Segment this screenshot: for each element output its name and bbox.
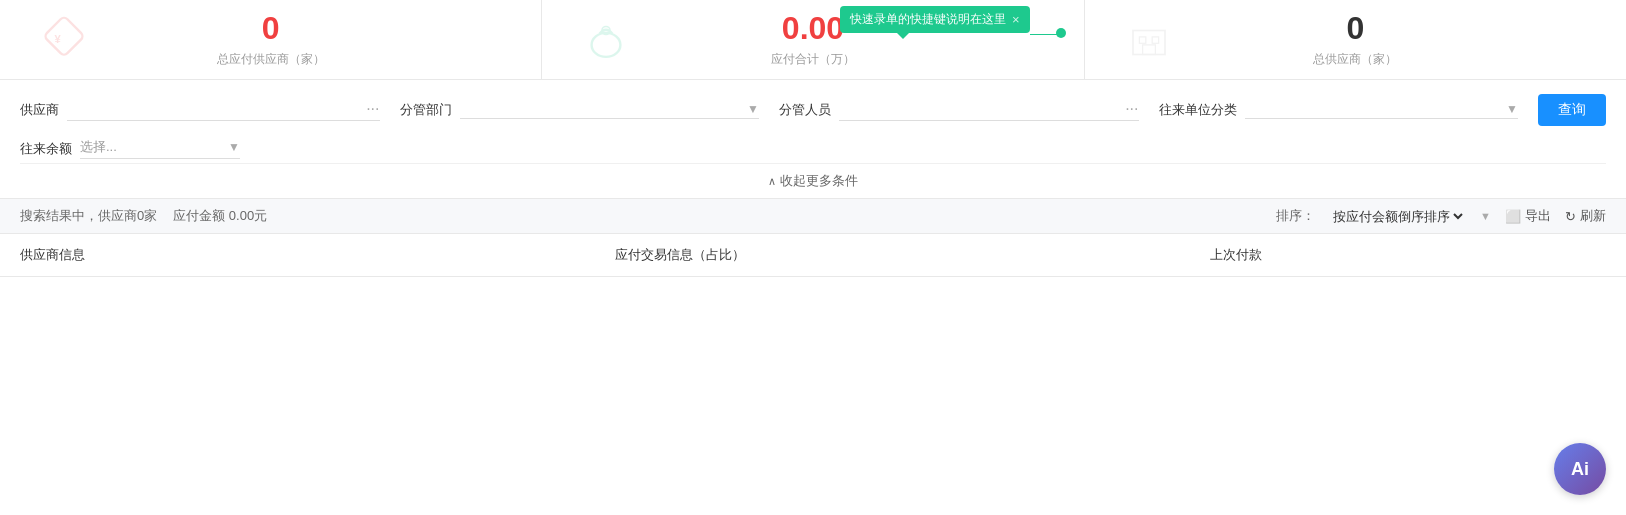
svg-text:¥: ¥ <box>54 33 61 45</box>
money-bag-icon <box>582 14 630 65</box>
collapse-arrow-icon: ∧ <box>768 175 776 188</box>
export-button[interactable]: ⬜ 导出 <box>1505 207 1551 225</box>
filter-row-2: 往来余额 选择... ▼ <box>20 138 1606 159</box>
col-last-payment-header: 上次付款 <box>1210 246 1607 264</box>
person-input-wrap: ··· <box>839 100 1139 121</box>
filter-row-1: 供应商 ··· 分管部门 ▼ 分管人员 ··· 往来单位分 <box>20 94 1606 126</box>
department-arrow-icon: ▼ <box>747 102 759 116</box>
building-icon <box>1125 14 1173 65</box>
refresh-label: 刷新 <box>1580 207 1606 225</box>
filter-department: 分管部门 ▼ <box>400 101 760 119</box>
payable-total-label: 应付合计（万） <box>771 51 855 68</box>
tooltip-line <box>1030 34 1060 35</box>
svg-rect-5 <box>1139 36 1145 42</box>
results-bar: 搜索结果中，供应商0家 应付金额 0.00元 排序： 按应付会额倒序排序 ▼ ⬜… <box>0 199 1626 234</box>
sort-caret-icon: ▼ <box>1480 210 1491 222</box>
sort-select[interactable]: 按应付会额倒序排序 <box>1329 208 1466 225</box>
unit-class-dropdown[interactable]: ▼ <box>1245 102 1519 119</box>
tooltip-bubble: 快速录单的快捷键说明在这里 × <box>840 6 1030 33</box>
tooltip-close-btn[interactable]: × <box>1012 12 1020 27</box>
svg-rect-6 <box>1152 36 1158 42</box>
svg-rect-0 <box>44 15 85 56</box>
unit-class-arrow-icon: ▼ <box>1506 102 1518 116</box>
refresh-button[interactable]: ↻ 刷新 <box>1565 207 1606 225</box>
results-actions: 排序： 按应付会额倒序排序 ▼ ⬜ 导出 ↻ 刷新 <box>1276 207 1606 225</box>
supplier-dots[interactable]: ··· <box>366 100 379 118</box>
filter-person: 分管人员 ··· <box>779 100 1139 121</box>
tooltip-dot <box>1056 28 1066 38</box>
export-icon: ⬜ <box>1505 209 1521 224</box>
balance-dropdown[interactable]: 选择... ▼ <box>80 138 240 159</box>
svg-rect-4 <box>1133 30 1165 54</box>
stat-payable-total: 0.00 应付合计（万） 快速录单的快捷键说明在这里 × <box>542 0 1084 79</box>
ai-assistant-button[interactable]: Ai <box>1554 443 1606 495</box>
payable-suppliers-number: 0 <box>262 11 280 46</box>
supplier-input-wrap: ··· <box>67 100 380 121</box>
diamond-icon: ¥ <box>40 14 88 65</box>
svg-point-2 <box>592 32 621 56</box>
tooltip-text: 快速录单的快捷键说明在这里 <box>850 11 1006 28</box>
person-dots[interactable]: ··· <box>1125 100 1138 118</box>
export-label: 导出 <box>1525 207 1551 225</box>
person-input[interactable] <box>839 101 1121 116</box>
payable-total-number: 0.00 <box>782 11 844 46</box>
balance-placeholder: 选择... <box>80 138 228 156</box>
query-button[interactable]: 查询 <box>1538 94 1606 126</box>
total-suppliers-number: 0 <box>1346 11 1364 46</box>
total-suppliers-label: 总供应商（家） <box>1313 51 1397 68</box>
col-supplier-info-header: 供应商信息 <box>20 246 615 264</box>
supplier-count-text: 搜索结果中，供应商0家 <box>20 207 157 225</box>
stat-total-suppliers: 0 总供应商（家） <box>1085 0 1626 79</box>
collapse-label: 收起更多条件 <box>780 172 858 190</box>
stat-payable-suppliers: ¥ 0 总应付供应商（家） <box>0 0 542 79</box>
balance-label: 往来余额 <box>20 140 72 158</box>
department-dropdown[interactable]: ▼ <box>460 102 760 119</box>
supplier-input[interactable] <box>67 101 362 116</box>
stats-bar: ¥ 0 总应付供应商（家） 0.00 应付合计（万） 快速录单的快捷键说明在这里… <box>0 0 1626 80</box>
unit-class-label: 往来单位分类 <box>1159 101 1237 119</box>
collapse-button[interactable]: ∧ 收起更多条件 <box>20 163 1606 198</box>
refresh-icon: ↻ <box>1565 209 1576 224</box>
supplier-label: 供应商 <box>20 101 59 119</box>
search-section: 供应商 ··· 分管部门 ▼ 分管人员 ··· 往来单位分 <box>0 80 1626 199</box>
person-label: 分管人员 <box>779 101 831 119</box>
svg-rect-7 <box>1142 44 1155 54</box>
filter-unit-class: 往来单位分类 ▼ <box>1159 101 1519 119</box>
results-summary: 搜索结果中，供应商0家 应付金额 0.00元 <box>20 207 267 225</box>
payable-suppliers-label: 总应付供应商（家） <box>217 51 325 68</box>
sort-label: 排序： <box>1276 207 1315 225</box>
department-label: 分管部门 <box>400 101 452 119</box>
col-transaction-info-header: 应付交易信息（占比） <box>615 246 1210 264</box>
filter-balance: 往来余额 选择... ▼ <box>20 138 300 159</box>
payable-amount-text: 应付金额 0.00元 <box>173 207 267 225</box>
table-header: 供应商信息 应付交易信息（占比） 上次付款 <box>0 234 1626 277</box>
filter-supplier: 供应商 ··· <box>20 100 380 121</box>
balance-arrow-icon: ▼ <box>228 140 240 154</box>
table-body <box>0 277 1626 515</box>
